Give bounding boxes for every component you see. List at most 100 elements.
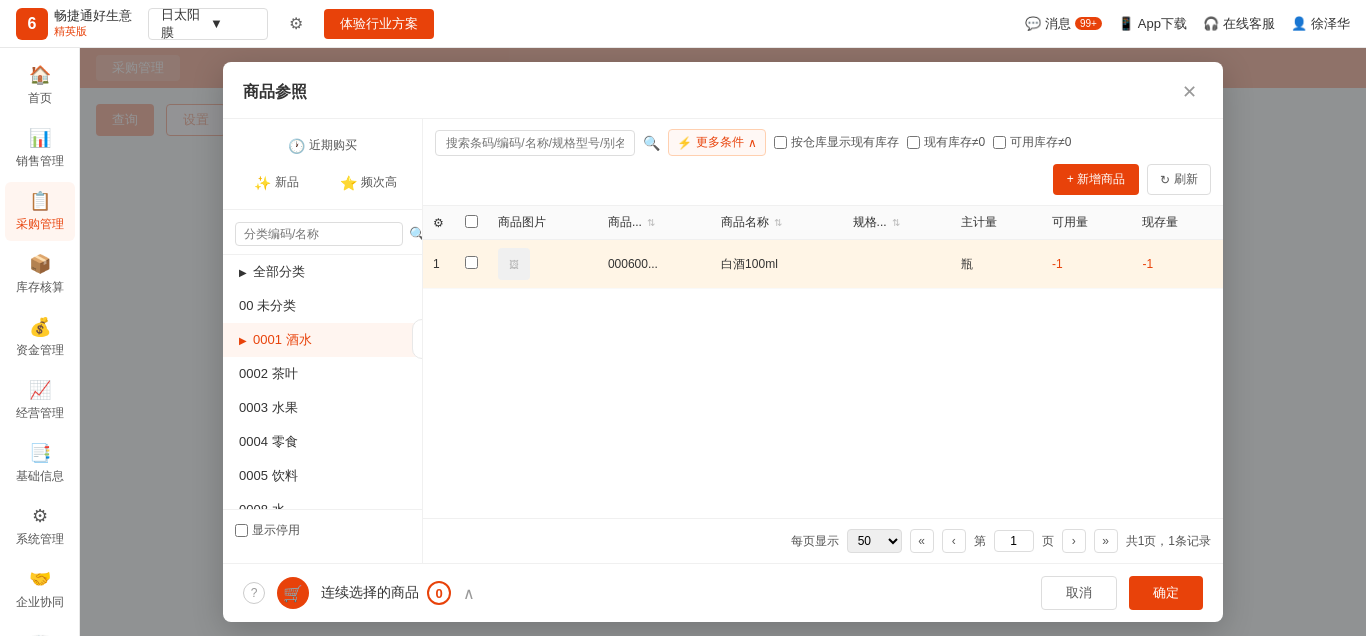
- product-image: 🖼: [498, 248, 530, 280]
- available-stock-filter-label[interactable]: 可用库存≠0: [993, 134, 1071, 151]
- phone-icon: 📱: [1118, 16, 1134, 31]
- left-bottom: 显示停用: [223, 509, 422, 551]
- last-page-btn[interactable]: »: [1094, 529, 1118, 553]
- sidebar-item-inventory[interactable]: 📦 库存核算: [5, 245, 75, 304]
- warehouse-filter-label[interactable]: 按仓库显示现有库存: [774, 134, 899, 151]
- settings-button[interactable]: ⚙: [280, 8, 312, 40]
- category-liquor[interactable]: ▶ 0001 酒水: [223, 323, 422, 357]
- th-current: 现存量: [1132, 206, 1223, 240]
- modal-left-panel: 🕐 近期购买 ✨ 新品 ⭐ 频次高: [223, 119, 423, 563]
- app-download-button[interactable]: 📱 App下载: [1118, 15, 1187, 33]
- th-spec[interactable]: 规格... ⇅: [843, 206, 952, 240]
- th-name[interactable]: 商品名称 ⇅: [711, 206, 842, 240]
- sidebar-item-system[interactable]: ⚙ 系统管理: [5, 497, 75, 556]
- user-menu[interactable]: 👤 徐泽华: [1291, 15, 1350, 33]
- collapse-footer-btn[interactable]: ∧: [463, 584, 475, 603]
- show-disabled-label[interactable]: 显示停用: [235, 522, 300, 539]
- online-service-button[interactable]: 🎧 在线客服: [1203, 15, 1275, 33]
- category-tea[interactable]: 0002 茶叶: [223, 357, 422, 391]
- filter-icon: ⚡: [677, 136, 692, 150]
- cell-check: [455, 240, 488, 289]
- add-product-btn[interactable]: + 新增商品: [1053, 164, 1139, 195]
- category-drinks[interactable]: 0005 饮料: [223, 459, 422, 493]
- th-settings[interactable]: ⚙: [423, 206, 455, 240]
- sidebar-item-operations[interactable]: 📈 经营管理: [5, 371, 75, 430]
- prev-page-btn[interactable]: ‹: [942, 529, 966, 553]
- table-row[interactable]: 1 🖼: [423, 240, 1223, 289]
- messages-button[interactable]: 💬 消息 99+: [1025, 15, 1102, 33]
- sidebar-item-base-info-label: 基础信息: [16, 468, 64, 485]
- sidebar-item-base-info[interactable]: 📑 基础信息: [5, 434, 75, 493]
- cell-name: 白酒100ml: [711, 240, 842, 289]
- th-spec-label: 规格...: [853, 215, 887, 229]
- search-icon[interactable]: 🔍: [409, 226, 423, 242]
- more-filters-btn[interactable]: ⚡ 更多条件 ∧: [668, 129, 766, 156]
- dropdown-button[interactable]: 日太阳膜 ▼: [148, 8, 268, 40]
- footer-buttons: 取消 确定: [1041, 576, 1203, 610]
- new-products-btn[interactable]: ✨ 新品: [235, 168, 319, 197]
- category-search-input[interactable]: [235, 222, 403, 246]
- th-available-label: 可用量: [1052, 215, 1088, 229]
- avatar: 👤: [1291, 16, 1307, 31]
- image-placeholder: 🖼: [509, 259, 519, 270]
- sidebar-item-cooperation[interactable]: 🤝 企业协同: [5, 560, 75, 619]
- category-uncategorized[interactable]: 00 未分类: [223, 289, 422, 323]
- sidebar-item-purchase[interactable]: 📋 采购管理: [5, 182, 75, 241]
- th-checkbox: [455, 206, 488, 240]
- frequent-btn[interactable]: ⭐ 频次高: [327, 168, 411, 197]
- current-stock-filter-label[interactable]: 现有库存≠0: [907, 134, 985, 151]
- current-stock-text: 现有库存≠0: [924, 134, 985, 151]
- sidebar-item-purchase-label: 采购管理: [16, 216, 64, 233]
- purchase-icon: 📋: [29, 190, 51, 212]
- first-page-btn[interactable]: «: [910, 529, 934, 553]
- recent-purchase-btn[interactable]: 🕐 近期购买: [235, 131, 410, 160]
- dropdown-label: 日太阳膜: [161, 6, 206, 42]
- confirm-button[interactable]: 确定: [1129, 576, 1203, 610]
- show-disabled-checkbox[interactable]: [235, 524, 248, 537]
- category-snacks[interactable]: 0004 零食: [223, 425, 422, 459]
- select-all-checkbox[interactable]: [465, 215, 478, 228]
- sidebar-item-finance[interactable]: 💰 资金管理: [5, 308, 75, 367]
- refresh-btn[interactable]: ↻ 刷新: [1147, 164, 1211, 195]
- product-search-icon[interactable]: 🔍: [643, 135, 660, 151]
- sidebar-item-home[interactable]: 🏠 首页: [5, 56, 75, 115]
- available-stock-checkbox[interactable]: [993, 136, 1006, 149]
- online-service-label: 在线客服: [1223, 15, 1275, 33]
- modal-overlay: 商品参照 ✕ 🕐 近期购买: [80, 48, 1366, 636]
- sidebar-item-sales[interactable]: 📊 销售管理: [5, 119, 75, 178]
- next-page-btn[interactable]: ›: [1062, 529, 1086, 553]
- category-water[interactable]: 0008 水: [223, 493, 422, 509]
- current-stock-checkbox[interactable]: [907, 136, 920, 149]
- modal-body: 🕐 近期购买 ✨ 新品 ⭐ 频次高: [223, 119, 1223, 563]
- collapse-panel-btn[interactable]: 《: [412, 319, 423, 359]
- th-unit[interactable]: 主计量: [951, 206, 1042, 240]
- arrow-icon: ▶: [239, 267, 247, 278]
- product-search-input[interactable]: [435, 130, 635, 156]
- cell-unit: 瓶: [951, 240, 1042, 289]
- th-code[interactable]: 商品... ⇅: [598, 206, 711, 240]
- category-fruit[interactable]: 0003 水果: [223, 391, 422, 425]
- page-input[interactable]: [994, 530, 1034, 552]
- help-button[interactable]: ?: [243, 582, 265, 604]
- star-icon: ⭐: [340, 175, 357, 191]
- sidebar-item-cooperation-label: 企业协同: [16, 594, 64, 611]
- category-all[interactable]: ▶ 全部分类: [223, 255, 422, 289]
- divider: [223, 209, 422, 210]
- page-suffix: 页: [1042, 533, 1054, 550]
- sidebar-item-guide[interactable]: 📖 新手引导: [5, 623, 75, 636]
- sidebar-item-operations-label: 经营管理: [16, 405, 64, 422]
- recent-purchase-label: 近期购买: [309, 137, 357, 154]
- trial-button[interactable]: 体验行业方案: [324, 9, 434, 39]
- cooperation-icon: 🤝: [29, 568, 51, 590]
- sidebar-item-inventory-label: 库存核算: [16, 279, 64, 296]
- total-info: 共1页，1条记录: [1126, 533, 1211, 550]
- code-value: 000600...: [608, 257, 658, 271]
- cell-seq: 1: [423, 240, 455, 289]
- sort-arrows-spec: ⇅: [892, 217, 900, 228]
- warehouse-filter-checkbox[interactable]: [774, 136, 787, 149]
- cancel-button[interactable]: 取消: [1041, 576, 1117, 610]
- modal-close-button[interactable]: ✕: [1175, 78, 1203, 106]
- cart-button[interactable]: 🛒: [277, 577, 309, 609]
- per-page-select[interactable]: 50 100 200: [847, 529, 902, 553]
- row-checkbox[interactable]: [465, 256, 478, 269]
